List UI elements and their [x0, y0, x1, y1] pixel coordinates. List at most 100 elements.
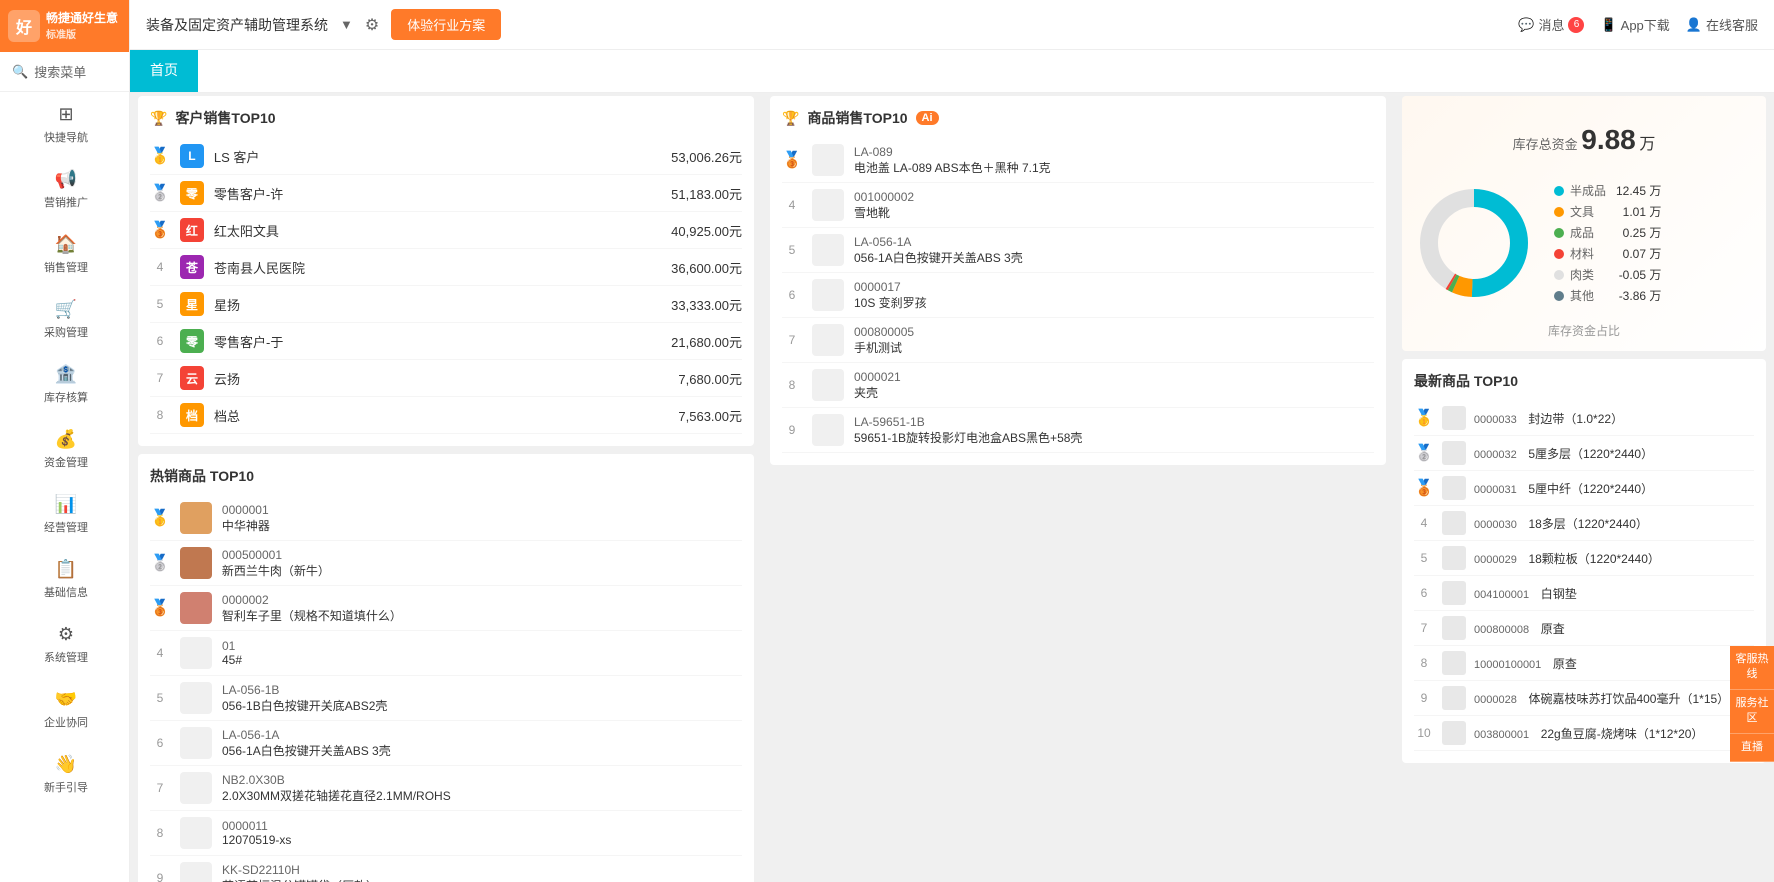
avatar: 云 — [180, 366, 204, 390]
medal-icon: 🥉 — [150, 598, 170, 618]
legend-item: 成品 0.25 万 — [1554, 224, 1661, 241]
product-name: 花语萌恒温分罐罐袋（厚款） — [222, 877, 378, 882]
sidebar-item-marketing[interactable]: 📢 营销推广 — [0, 157, 129, 222]
legend-dot — [1554, 186, 1564, 196]
sidebar-item-operation[interactable]: 📊 经营管理 — [0, 482, 129, 547]
rank-num: 9 — [1414, 691, 1434, 705]
service-label: 在线客服 — [1706, 15, 1758, 34]
product-image — [812, 324, 844, 356]
float-service-panel: 客服热线 服务社区 直播 — [1730, 646, 1774, 762]
quick-nav-icon: ⊞ — [58, 104, 73, 125]
product-image — [812, 279, 844, 311]
finance-label: 资金管理 — [44, 454, 88, 470]
sidebar-item-quick-nav[interactable]: ⊞ 快捷导航 — [0, 92, 129, 157]
rank-num: 5 — [782, 243, 802, 257]
sidebar-item-inventory[interactable]: 🏦 库存核算 — [0, 352, 129, 417]
sidebar-item-purchase[interactable]: 🛒 采购管理 — [0, 287, 129, 352]
legend-name: 文具 — [1570, 203, 1610, 220]
service-icon: 👤 — [1686, 17, 1702, 33]
sidebar-item-sales[interactable]: 🏠 销售管理 — [0, 222, 129, 287]
product-info: 004100001 白钢垫 — [1474, 585, 1754, 602]
rank-num: 6 — [150, 334, 170, 348]
legend-item: 肉类 -0.05 万 — [1554, 266, 1661, 283]
system-name: 装备及固定资产辅助管理系统 — [146, 15, 328, 35]
customer-name: 云扬 — [214, 369, 668, 388]
legend-value: 0.07 万 — [1623, 245, 1662, 262]
marketing-icon: 📢 — [55, 169, 77, 190]
product-thumbnail — [1442, 616, 1466, 640]
trophy-icon: 🏆 — [150, 110, 167, 127]
product-code: 0000029 — [1474, 554, 1517, 566]
messages-button[interactable]: 💬 消息 6 — [1518, 15, 1584, 34]
list-item: 8 0000021 夹壳 — [782, 363, 1374, 408]
list-item: 9 KK-SD22110H 花语萌恒温分罐罐袋（厚款） — [150, 856, 742, 882]
product-name: 体碗嘉枝味苏打饮品400毫升（1*15） — [1528, 692, 1729, 706]
company-label: 企业协同 — [44, 714, 88, 730]
product-code: 0000030 — [1474, 519, 1517, 531]
product-name: 18多层（1220*2440） — [1528, 517, 1647, 531]
legend-name: 成品 — [1570, 224, 1610, 241]
purchase-label: 采购管理 — [44, 324, 88, 340]
avatar: 苍 — [180, 255, 204, 279]
avatar: 零 — [180, 329, 204, 353]
list-item: 🥈 000500001 新西兰牛肉（新牛） — [150, 541, 742, 586]
inventory-label: 库存总资金 — [1513, 137, 1578, 152]
customer-name: 星扬 — [214, 295, 661, 314]
customer-value: 40,925.00元 — [671, 221, 742, 240]
legend-dot — [1554, 228, 1564, 238]
search-menu-btn[interactable]: 🔍 搜索菜单 — [12, 62, 117, 81]
rank-num: 7 — [150, 781, 170, 795]
inventory-icon: 🏦 — [55, 364, 77, 385]
medal-1: 🥇 — [150, 146, 170, 166]
product-code: 000800008 — [1474, 624, 1529, 636]
main-tabs: 首页 — [130, 50, 1774, 93]
rank-num: 10 — [1414, 726, 1434, 740]
legend-dot — [1554, 249, 1564, 259]
purchase-icon: 🛒 — [55, 299, 77, 320]
customer-value: 33,333.00元 — [671, 295, 742, 314]
sidebar-item-base-info[interactable]: 📋 基础信息 — [0, 547, 129, 612]
company-icon: 🤝 — [55, 689, 77, 710]
inventory-footer: 库存资金占比 — [1414, 314, 1754, 339]
customer-name: 档总 — [214, 406, 668, 425]
rank-num: 6 — [150, 736, 170, 750]
legend-dot — [1554, 291, 1564, 301]
sidebar-search-section[interactable]: 🔍 搜索菜单 — [0, 52, 129, 92]
tab-home[interactable]: 首页 — [130, 50, 198, 92]
product-code: LA-056-1B — [222, 683, 387, 697]
rank-num: 4 — [782, 198, 802, 212]
product-code: 0000032 — [1474, 449, 1517, 461]
online-service-button[interactable]: 👤 在线客服 — [1686, 15, 1758, 34]
settings-icon[interactable]: ⚙ — [365, 15, 379, 35]
legend-name: 半成品 — [1570, 182, 1610, 199]
product-info: 003800001 22g鱼豆腐-烧烤味（1*12*20） — [1474, 725, 1754, 742]
app-download-button[interactable]: 📱 App下载 — [1600, 15, 1669, 34]
product-name: 雪地靴 — [854, 204, 914, 221]
list-item: 🥇 0000001 中华神器 — [150, 496, 742, 541]
inventory-label: 库存核算 — [44, 389, 88, 405]
list-item: 6 0000017 10S 变刹罗孩 — [782, 273, 1374, 318]
customer-name: 零售客户-许 — [214, 184, 661, 203]
guide-label: 新手引导 — [44, 779, 88, 795]
trophy-icon: 🏆 — [782, 110, 799, 127]
customer-hotline-button[interactable]: 客服热线 — [1730, 646, 1774, 690]
sidebar-item-finance[interactable]: 💰 资金管理 — [0, 417, 129, 482]
rank-num: 8 — [150, 826, 170, 840]
header-left: 装备及固定资产辅助管理系统 ▼ ⚙ 体验行业方案 — [146, 9, 501, 40]
customer-name: 红太阳文具 — [214, 221, 661, 240]
top-customers-label: 客户销售TOP10 — [175, 108, 275, 128]
inventory-total: 库存总资金 9.88 万 — [1414, 108, 1754, 172]
rank-num: 9 — [782, 423, 802, 437]
rank-num: 8 — [1414, 656, 1434, 670]
try-solution-button[interactable]: 体验行业方案 — [391, 9, 501, 40]
service-community-button[interactable]: 服务社区 — [1730, 690, 1774, 734]
live-stream-button[interactable]: 直播 — [1730, 734, 1774, 762]
sidebar-item-company[interactable]: 🤝 企业协同 — [0, 677, 129, 742]
list-item: 🥇 0000033 封边带（1.0*22） — [1414, 401, 1754, 436]
medal-icon: 🥈 — [150, 553, 170, 573]
product-name: 056-1A白色按键开关盖ABS 3壳 — [222, 742, 391, 759]
medal-icon: 🥇 — [150, 508, 170, 528]
sidebar-item-guide[interactable]: 👋 新手引导 — [0, 742, 129, 807]
sidebar-item-system[interactable]: ⚙ 系统管理 — [0, 612, 129, 677]
dropdown-icon[interactable]: ▼ — [340, 17, 353, 32]
